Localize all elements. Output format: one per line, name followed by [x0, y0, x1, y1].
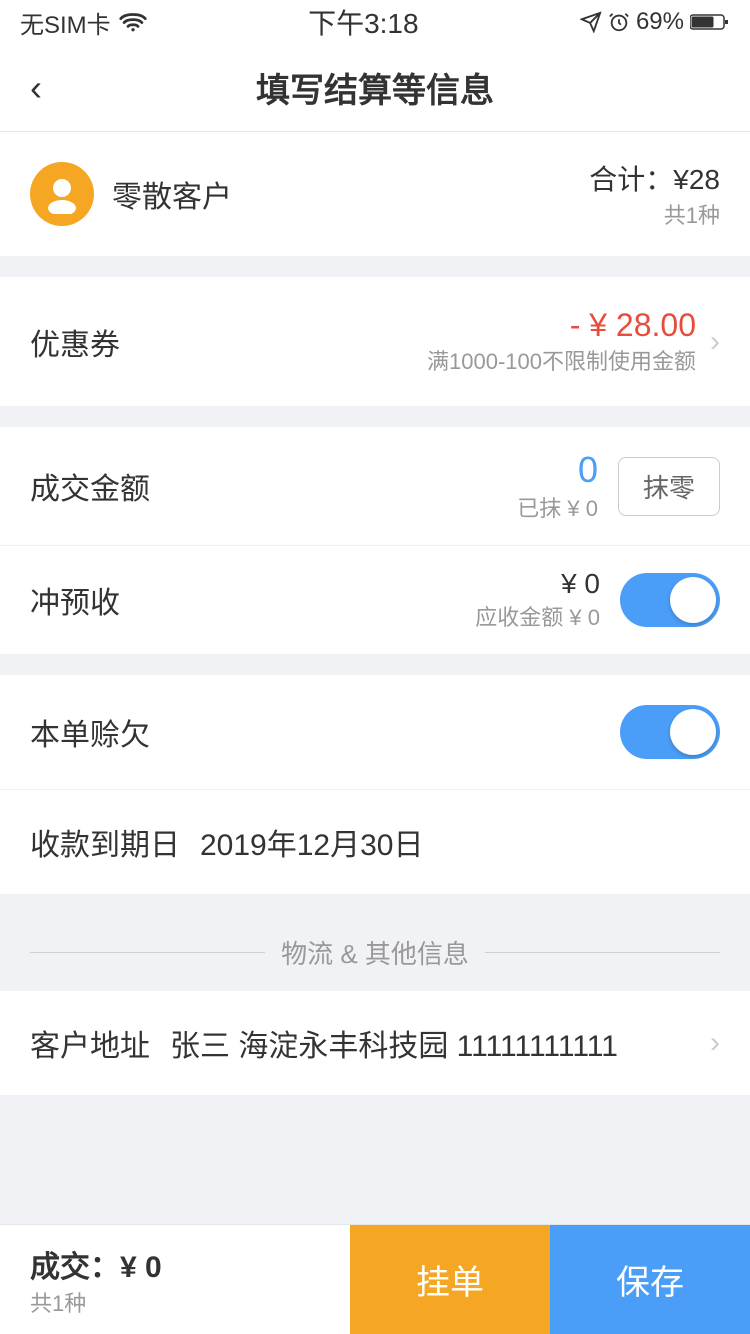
- customer-row: 零散客户 合计：¥28 共1种: [0, 132, 750, 257]
- debt-row: 本单赊欠: [0, 675, 750, 790]
- address-value: 张三 海淀永丰科技园 11111111111: [170, 1021, 710, 1065]
- deal-amount-row: 成交金额 0 已抹 ¥ 0 抹零: [0, 427, 750, 546]
- page-title: 填写结算等信息: [256, 63, 494, 112]
- coupon-right: - ¥ 28.00 满1000-100不限制使用金额 ›: [427, 307, 720, 376]
- prepay-toggle[interactable]: [620, 573, 720, 627]
- logistics-label: 物流 & 其他信息: [281, 934, 469, 971]
- customer-total: 合计：¥28 共1种: [589, 158, 720, 230]
- prepay-row: 冲预收 ¥ 0 应收金额 ¥ 0: [0, 546, 750, 655]
- status-time: 下午3:18: [308, 2, 419, 42]
- carrier-text: 无SIM卡: [20, 5, 111, 40]
- coupon-row[interactable]: 优惠券 - ¥ 28.00 满1000-100不限制使用金额 ›: [0, 277, 750, 407]
- hold-button[interactable]: 挂单: [350, 1225, 550, 1334]
- bottom-deal-label: 成交：: [30, 1251, 120, 1284]
- coupon-value: - ¥ 28.00: [570, 307, 696, 344]
- logistics-header: 物流 & 其他信息: [30, 934, 720, 971]
- divider-4: [0, 894, 750, 914]
- logistics-line-right: [485, 952, 720, 953]
- divider-3: [0, 655, 750, 675]
- wifi-icon: [119, 12, 147, 32]
- bottom-deal-info: 成交：¥ 0: [30, 1242, 320, 1286]
- logistics-section: 物流 & 其他信息: [0, 914, 750, 991]
- deal-amount-value[interactable]: 0: [578, 449, 598, 491]
- debt-label: 本单赊欠: [30, 710, 150, 754]
- round-zero-button[interactable]: 抹零: [618, 457, 720, 516]
- debt-toggle[interactable]: [620, 705, 720, 759]
- duedate-value: 2019年12月30日: [200, 820, 423, 864]
- prepay-amounts: ¥ 0 应收金额 ¥ 0: [475, 568, 600, 632]
- battery-text: 69%: [636, 8, 684, 36]
- deal-amount-right: 0 已抹 ¥ 0 抹零: [517, 449, 720, 523]
- prepay-label: 冲预收: [30, 578, 120, 622]
- back-button[interactable]: ‹: [30, 67, 42, 109]
- chevron-right-icon: ›: [710, 325, 720, 359]
- status-right: 69%: [580, 8, 730, 36]
- total-price: 合计：¥28: [589, 158, 720, 198]
- bottom-left: 成交：¥ 0 共1种: [0, 1242, 350, 1318]
- toggle-thumb-debt: [670, 709, 716, 755]
- person-icon: [42, 174, 82, 214]
- customer-name: 零散客户: [112, 172, 232, 216]
- coupon-label: 优惠券: [30, 320, 120, 364]
- coupon-sub: 满1000-100不限制使用金额: [427, 344, 696, 376]
- location-icon: [580, 11, 602, 33]
- customer-left: 零散客户: [30, 162, 232, 226]
- toggle-thumb: [670, 577, 716, 623]
- address-row[interactable]: 客户地址 张三 海淀永丰科技园 11111111111 ›: [0, 991, 750, 1096]
- address-label: 客户地址: [30, 1021, 150, 1065]
- avatar: [30, 162, 94, 226]
- save-button[interactable]: 保存: [550, 1225, 750, 1334]
- prepay-value: ¥ 0: [475, 568, 600, 600]
- bottom-deal-value: ¥ 0: [120, 1251, 162, 1284]
- bottom-bar: 成交：¥ 0 共1种 挂单 保存: [0, 1224, 750, 1334]
- divider-1: [0, 257, 750, 277]
- battery-icon: [690, 12, 730, 32]
- prepay-sub: 应收金额 ¥ 0: [475, 600, 600, 632]
- divider-2: [0, 407, 750, 427]
- duedate-label: 收款到期日: [30, 820, 180, 864]
- status-left: 无SIM卡: [20, 5, 147, 40]
- deal-amount-sub: 已抹 ¥ 0: [517, 491, 598, 523]
- logistics-line-left: [30, 952, 265, 953]
- bottom-count: 共1种: [30, 1286, 320, 1318]
- status-bar: 无SIM卡 下午3:18 69%: [0, 0, 750, 44]
- alarm-icon: [608, 11, 630, 33]
- content: 零散客户 合计：¥28 共1种 优惠券 - ¥ 28.00 满1000-100不…: [0, 132, 750, 1216]
- deal-amount-label: 成交金额: [30, 464, 150, 508]
- nav-bar: ‹ 填写结算等信息: [0, 44, 750, 132]
- duedate-row[interactable]: 收款到期日 2019年12月30日: [0, 790, 750, 894]
- total-count: 共1种: [589, 198, 720, 230]
- prepay-right: ¥ 0 应收金额 ¥ 0: [475, 568, 720, 632]
- address-chevron-icon: ›: [710, 1026, 720, 1060]
